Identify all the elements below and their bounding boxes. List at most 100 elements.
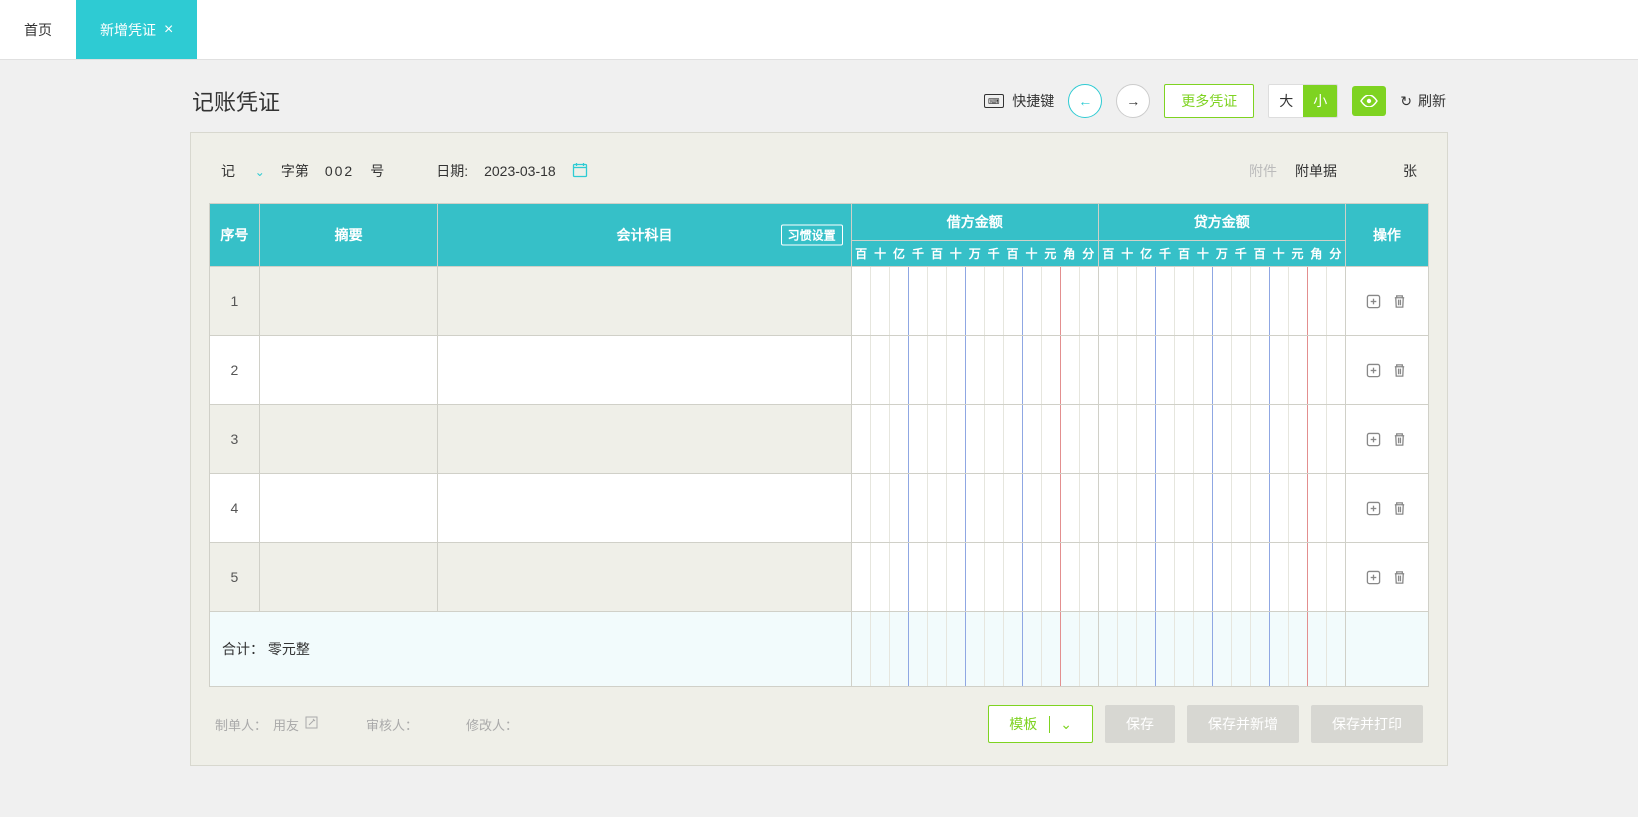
credit-cell[interactable] (1098, 543, 1345, 612)
maker-section: 制单人： 用友 (215, 715, 318, 734)
total-cell: 合计： 零元整 (210, 612, 852, 687)
add-row-icon[interactable] (1366, 362, 1382, 378)
zhang-label: 张 (1403, 161, 1417, 181)
panel-header: 记账凭证 ⌨ 快捷键 ← → 更多凭证 大 小 ↻ 刷新 (190, 78, 1448, 132)
hao-label: 号 (370, 161, 384, 181)
prev-voucher-button[interactable]: ← (1068, 84, 1102, 118)
refresh-button[interactable]: ↻ 刷新 (1400, 91, 1446, 111)
arrow-right-icon: → (1126, 93, 1140, 109)
summary-cell[interactable] (259, 336, 438, 405)
credit-cell[interactable] (1098, 474, 1345, 543)
voucher-number[interactable]: 002 (325, 163, 354, 179)
col-seq: 序号 (210, 204, 260, 267)
summary-cell[interactable] (259, 405, 438, 474)
add-row-icon[interactable] (1366, 431, 1382, 447)
tab-bar: 首页 新增凭证 × (0, 0, 1638, 60)
seq-cell: 1 (210, 267, 260, 336)
table-row: 2 (210, 336, 1429, 405)
subject-cell[interactable] (438, 267, 851, 336)
edit-maker-icon[interactable] (305, 716, 318, 732)
ops-cell (1345, 336, 1428, 405)
credit-digits: 百十亿千百十万千百十元角分 (1098, 241, 1345, 267)
col-ops: 操作 (1345, 204, 1428, 267)
voucher-top-left: 记 ⌄ 字第 002 号 日期: 2023-03-18 (221, 161, 588, 181)
keyboard-icon: ⌨ (984, 94, 1004, 108)
visibility-button[interactable] (1352, 86, 1386, 116)
credit-cell[interactable] (1098, 267, 1345, 336)
add-row-icon[interactable] (1366, 569, 1382, 585)
reviewer-label: 审核人： (366, 715, 418, 734)
delete-row-icon[interactable] (1392, 362, 1408, 378)
summary-cell[interactable] (259, 543, 438, 612)
debit-cell[interactable] (851, 336, 1098, 405)
col-subject: 会计科目 习惯设置 (438, 204, 851, 267)
debit-cell[interactable] (851, 474, 1098, 543)
col-credit: 贷方金额 (1098, 204, 1345, 241)
modifier-label: 修改人： (466, 715, 518, 734)
save-and-print-button[interactable]: 保存并打印 (1311, 705, 1423, 743)
save-and-new-button[interactable]: 保存并新增 (1187, 705, 1299, 743)
debit-digits: 百十亿千百十万千百十元角分 (851, 241, 1098, 267)
delete-row-icon[interactable] (1392, 431, 1408, 447)
voucher-type-select[interactable]: 记 ⌄ (221, 161, 265, 181)
template-button[interactable]: 模板 ⌄ (988, 705, 1093, 743)
attachment-label: 附单据 (1295, 161, 1337, 181)
main-panel: 记账凭证 ⌨ 快捷键 ← → 更多凭证 大 小 ↻ 刷新 (190, 78, 1448, 766)
table-row: 1 (210, 267, 1429, 336)
summary-cell[interactable] (259, 267, 438, 336)
seq-cell: 2 (210, 336, 260, 405)
attachment-disabled: 附件 (1249, 161, 1277, 181)
size-small-button[interactable]: 小 (1303, 85, 1337, 117)
maker-label: 制单人： (215, 715, 267, 734)
delete-row-icon[interactable] (1392, 569, 1408, 585)
ops-cell (1345, 543, 1428, 612)
shortcut-button[interactable]: ⌨ 快捷键 (984, 91, 1054, 111)
total-credit (1098, 612, 1345, 687)
seq-cell: 5 (210, 543, 260, 612)
voucher-date[interactable]: 2023-03-18 (484, 163, 556, 179)
modifier-section: 修改人： (466, 715, 518, 734)
subject-cell[interactable] (438, 405, 851, 474)
debit-cell[interactable] (851, 405, 1098, 474)
voucher-top-bar: 记 ⌄ 字第 002 号 日期: 2023-03-18 附件 附单据 张 (209, 151, 1429, 203)
date-label: 日期: (436, 161, 468, 181)
subject-cell[interactable] (438, 336, 851, 405)
subject-cell[interactable] (438, 543, 851, 612)
more-vouchers-button[interactable]: 更多凭证 (1164, 84, 1254, 118)
tab-home[interactable]: 首页 (0, 0, 76, 59)
credit-cell[interactable] (1098, 336, 1345, 405)
credit-cell[interactable] (1098, 405, 1345, 474)
maker-name: 用友 (273, 715, 299, 734)
save-button[interactable]: 保存 (1105, 705, 1175, 743)
voucher-top-right: 附件 附单据 张 (1249, 161, 1417, 181)
ops-cell (1345, 405, 1428, 474)
tab-label: 新增凭证 (100, 20, 156, 40)
next-voucher-button[interactable]: → (1116, 84, 1150, 118)
tab-new-voucher[interactable]: 新增凭证 × (76, 0, 197, 59)
delete-row-icon[interactable] (1392, 293, 1408, 309)
shortcut-label: 快捷键 (1012, 91, 1054, 111)
chevron-down-icon: ⌄ (255, 165, 265, 179)
debit-cell[interactable] (851, 543, 1098, 612)
total-label: 合计： (222, 641, 264, 657)
debit-cell[interactable] (851, 267, 1098, 336)
subject-cell[interactable] (438, 474, 851, 543)
summary-cell[interactable] (259, 474, 438, 543)
template-dropdown-icon[interactable]: ⌄ (1049, 716, 1072, 733)
col-summary: 摘要 (259, 204, 438, 267)
delete-row-icon[interactable] (1392, 500, 1408, 516)
reviewer-section: 审核人： (366, 715, 418, 734)
size-big-button[interactable]: 大 (1269, 85, 1303, 117)
calendar-icon[interactable] (572, 162, 588, 181)
col-subject-label: 会计科目 (617, 227, 673, 243)
ops-cell (1345, 267, 1428, 336)
tab-close-icon[interactable]: × (164, 21, 173, 39)
add-row-icon[interactable] (1366, 500, 1382, 516)
voucher-table: 序号 摘要 会计科目 习惯设置 借方金额 贷方金额 操作 百十亿千百十万千百十元… (209, 203, 1429, 687)
size-toggle: 大 小 (1268, 84, 1338, 118)
habit-settings-button[interactable]: 习惯设置 (781, 225, 843, 246)
refresh-icon: ↻ (1400, 93, 1412, 110)
add-row-icon[interactable] (1366, 293, 1382, 309)
header-actions: ⌨ 快捷键 ← → 更多凭证 大 小 ↻ 刷新 (984, 84, 1446, 118)
voucher-container: 记 ⌄ 字第 002 号 日期: 2023-03-18 附件 附单据 张 (190, 132, 1448, 766)
